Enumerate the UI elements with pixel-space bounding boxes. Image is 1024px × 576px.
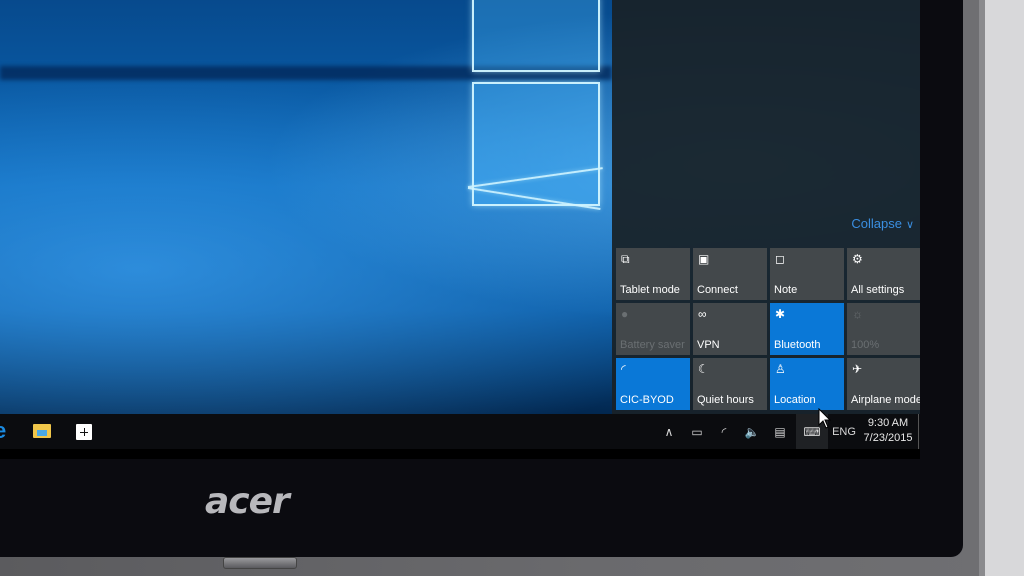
airplane-icon: ✈ <box>852 362 863 376</box>
brand-logo: acer <box>205 481 290 522</box>
windows-logo <box>80 428 88 436</box>
network-wifi-icon[interactable]: ◜ <box>714 414 734 449</box>
quick-action-label: All settings <box>851 284 905 296</box>
moon-icon: ☾ <box>698 362 709 376</box>
quick-action-vpn[interactable]: ∞ VPN <box>693 303 767 355</box>
clock-date: 7/23/2015 <box>863 432 913 444</box>
quick-action-label: Connect <box>697 284 738 296</box>
quick-action-wifi[interactable]: ◜ CIC-BYOD <box>616 358 690 410</box>
brightness-icon: ☼ <box>852 307 863 321</box>
collapse-button[interactable]: Collapse ∨ <box>851 216 914 231</box>
folder-window <box>37 430 47 436</box>
wallpaper-pane-top <box>472 0 600 72</box>
wifi-icon: ◜ <box>621 362 626 376</box>
quick-action-label: Location <box>774 394 816 406</box>
quick-action-label: Bluetooth <box>774 339 821 351</box>
quick-action-tablet-mode[interactable]: ⧉ Tablet mode <box>616 248 690 300</box>
chevron-down-icon: ∨ <box>905 219 914 231</box>
quick-action-bluetooth[interactable]: ✱ Bluetooth <box>770 303 844 355</box>
chassis-edge <box>979 0 985 576</box>
quick-action-label: Battery saver <box>620 339 685 351</box>
quick-action-label: Note <box>774 284 798 296</box>
battery-icon[interactable]: ▭ <box>688 414 706 449</box>
clock-time: 9:30 AM <box>867 417 909 429</box>
tablet-mode-icon: ⧉ <box>621 252 630 266</box>
quick-action-airplane-mode[interactable]: ✈ Airplane mode <box>847 358 920 410</box>
connect-icon: ▣ <box>698 252 710 266</box>
quick-actions-grid: ⧉ Tablet mode ▣ Connect ◻ Note ⚙ All set… <box>616 248 920 410</box>
quick-action-label: CIC-BYOD <box>620 394 674 406</box>
quick-action-location[interactable]: ♙ Location <box>770 358 844 410</box>
show-hidden-icons-button[interactable]: ∧ <box>660 414 678 449</box>
action-center-icon[interactable]: ▤ <box>770 414 790 449</box>
quick-action-label: Airplane mode <box>851 394 920 406</box>
note-icon: ◻ <box>775 252 785 266</box>
screen: Collapse ∨ ⧉ Tablet mode ▣ Connect ◻ Note… <box>0 0 920 459</box>
quick-action-connect[interactable]: ▣ Connect <box>693 248 767 300</box>
volume-icon[interactable]: 🔈 <box>741 414 763 449</box>
vpn-icon: ∞ <box>698 307 707 321</box>
mouse-cursor <box>818 408 832 429</box>
quick-action-all-settings[interactable]: ⚙ All settings <box>847 248 920 300</box>
quick-action-brightness[interactable]: ☼ 100% <box>847 303 920 355</box>
quick-action-label: Quiet hours <box>697 394 754 406</box>
bluetooth-icon: ✱ <box>775 307 786 321</box>
taskbar: e ∧ ▭ ◜ 🔈 ▤ ⌨ ENG 9:30 AM 7/23/2015 <box>0 414 920 449</box>
store-icon[interactable] <box>73 420 97 442</box>
lid-hinge-tab <box>223 557 297 569</box>
collapse-label: Collapse <box>851 216 902 231</box>
quick-action-note[interactable]: ◻ Note <box>770 248 844 300</box>
show-desktop-button[interactable] <box>918 414 919 449</box>
quick-action-label: VPN <box>697 339 720 351</box>
gear-icon: ⚙ <box>852 252 863 266</box>
quick-action-label: Tablet mode <box>620 284 680 296</box>
location-icon: ♙ <box>775 362 786 376</box>
clock-button[interactable]: 9:30 AM 7/23/2015 <box>858 416 918 446</box>
input-language-button[interactable]: ENG <box>832 414 856 449</box>
wallpaper-pane-bottom <box>472 82 600 206</box>
quick-action-battery-saver[interactable]: ● Battery saver <box>616 303 690 355</box>
quick-action-quiet-hours[interactable]: ☾ Quiet hours <box>693 358 767 410</box>
action-center: Collapse ∨ ⧉ Tablet mode ▣ Connect ◻ Note… <box>612 0 920 414</box>
battery-saver-icon: ● <box>621 307 629 321</box>
edge-icon[interactable]: e <box>0 420 18 442</box>
quick-action-label: 100% <box>851 339 880 351</box>
file-explorer-icon[interactable] <box>31 420 55 442</box>
